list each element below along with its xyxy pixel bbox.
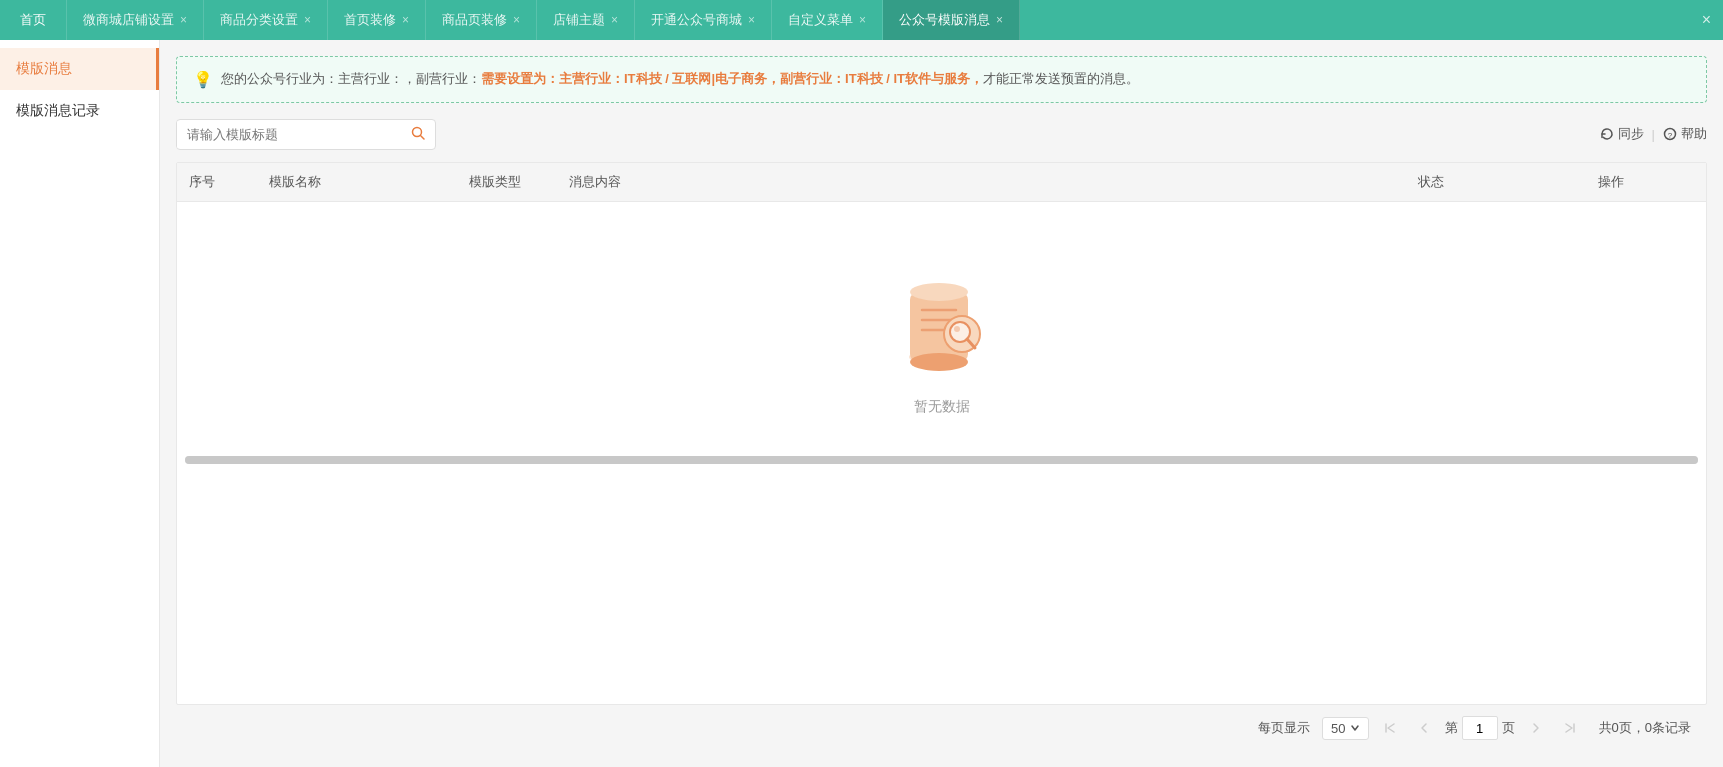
search-input[interactable]: [177, 121, 401, 148]
th-seq: 序号: [177, 163, 257, 201]
page-next-button[interactable]: [1523, 715, 1549, 741]
content-area: 💡 您的公众号行业为：主营行业：，副营行业：需要设置为：主营行业：IT科技 / …: [160, 40, 1723, 767]
nav-tab-home-decor[interactable]: 首页装修 ×: [328, 0, 426, 40]
close-icon[interactable]: ×: [180, 13, 187, 27]
svg-point-14: [954, 326, 960, 332]
sync-icon: [1600, 127, 1614, 141]
svg-point-6: [910, 283, 968, 301]
nav-tab-micro-shop[interactable]: 微商城店铺设置 ×: [67, 0, 204, 40]
search-actions: 同步 | ? 帮助: [1600, 125, 1707, 143]
nav-tab-open-mall[interactable]: 开通公众号商城 ×: [635, 0, 772, 40]
horizontal-scrollbar[interactable]: [185, 456, 1698, 464]
sidebar: 模版消息 模版消息记录: [0, 40, 160, 767]
close-icon[interactable]: ×: [611, 13, 618, 27]
search-button[interactable]: [401, 120, 435, 149]
empty-state: 暂无数据: [177, 202, 1706, 456]
page-current: 第 页: [1445, 716, 1515, 740]
page-size-select[interactable]: 50: [1322, 717, 1368, 740]
empty-icon: [882, 262, 1002, 382]
nav-tab-shop-theme[interactable]: 店铺主题 ×: [537, 0, 635, 40]
page-first-button[interactable]: [1377, 715, 1403, 741]
close-icon[interactable]: ×: [996, 13, 1003, 27]
page-last-button[interactable]: [1557, 715, 1583, 741]
chevron-down-icon: [1350, 723, 1360, 733]
th-action: 操作: [1586, 163, 1706, 201]
sidebar-item-template-log[interactable]: 模版消息记录: [0, 90, 159, 132]
nav-tab-custom-menu[interactable]: 自定义菜单 ×: [772, 0, 883, 40]
chevron-left-icon: [1418, 722, 1430, 734]
notice-text: 您的公众号行业为：主营行业：，副营行业：需要设置为：主营行业：IT科技 / 互联…: [221, 69, 1139, 90]
close-icon[interactable]: ×: [859, 13, 866, 27]
search-bar: 同步 | ? 帮助: [176, 119, 1707, 150]
th-type: 模版类型: [457, 163, 557, 201]
page-size-label: 每页显示: [1258, 719, 1310, 737]
th-name: 模版名称: [257, 163, 457, 201]
chevron-right-icon: [1530, 722, 1542, 734]
sidebar-item-template-msg[interactable]: 模版消息: [0, 48, 159, 90]
empty-document-icon: [882, 262, 1002, 382]
search-icon: [411, 126, 425, 140]
scrollbar-thumb[interactable]: [185, 456, 1698, 464]
svg-text:?: ?: [1668, 131, 1673, 140]
th-status: 状态: [1406, 163, 1586, 201]
empty-text: 暂无数据: [914, 398, 970, 416]
help-icon: ?: [1663, 127, 1677, 141]
close-icon[interactable]: ×: [513, 13, 520, 27]
nav-tab-product-cat[interactable]: 商品分类设置 ×: [204, 0, 328, 40]
search-input-wrap: [176, 119, 436, 150]
page-first-icon: [1384, 722, 1396, 734]
content-inner: 💡 您的公众号行业为：主营行业：，副营行业：需要设置为：主营行业：IT科技 / …: [160, 40, 1723, 767]
table-header: 序号 模版名称 模版类型 消息内容 状态 操作: [177, 163, 1706, 202]
pagination: 每页显示 50: [176, 705, 1707, 751]
notice-box: 💡 您的公众号行业为：主营行业：，副营行业：需要设置为：主营行业：IT科技 / …: [176, 56, 1707, 103]
page-size-value: 50: [1331, 721, 1345, 736]
page-prev-button[interactable]: [1411, 715, 1437, 741]
data-table: 序号 模版名称 模版类型 消息内容 状态 操作: [176, 162, 1707, 705]
nav-tab-template-msg[interactable]: 公众号模版消息 ×: [883, 0, 1020, 40]
page-total: 共0页，0条记录: [1599, 719, 1691, 737]
nav-tab-product-decor[interactable]: 商品页装修 ×: [426, 0, 537, 40]
page-last-icon: [1564, 722, 1576, 734]
close-icon[interactable]: ×: [304, 13, 311, 27]
page-number-input[interactable]: [1462, 716, 1498, 740]
notice-highlight: 需要设置为：主营行业：IT科技 / 互联网|电子商务，副营行业：IT科技 / I…: [481, 71, 983, 86]
nav-home-label: 首页: [20, 11, 46, 29]
main-layout: 模版消息 模版消息记录 💡 您的公众号行业为：主营行业：，副营行业：需要设置为：…: [0, 40, 1723, 767]
lightbulb-icon: 💡: [193, 70, 213, 89]
global-close-button[interactable]: ×: [1702, 11, 1711, 29]
svg-line-1: [421, 135, 425, 139]
sync-button[interactable]: 同步: [1600, 125, 1644, 143]
close-icon[interactable]: ×: [748, 13, 755, 27]
th-content: 消息内容: [557, 163, 1406, 201]
top-nav: 首页 微商城店铺设置 × 商品分类设置 × 首页装修 × 商品页装修 × 店铺主…: [0, 0, 1723, 40]
divider: |: [1652, 127, 1655, 142]
help-button[interactable]: ? 帮助: [1663, 125, 1707, 143]
svg-point-7: [910, 353, 968, 371]
nav-tab-home[interactable]: 首页: [0, 0, 67, 40]
close-icon[interactable]: ×: [402, 13, 409, 27]
